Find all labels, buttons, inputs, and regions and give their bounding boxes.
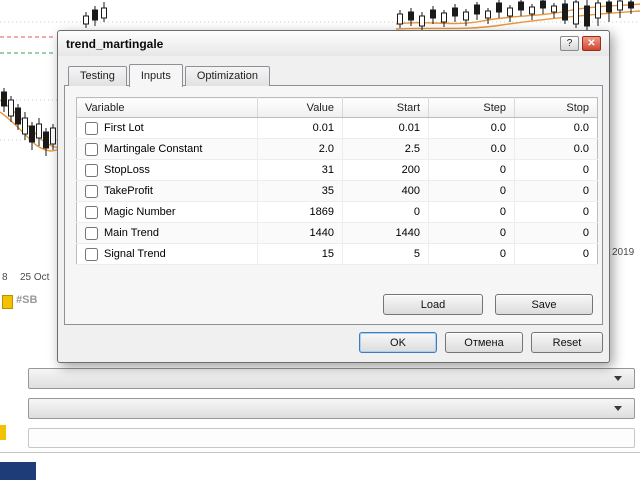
param-step[interactable]: 0 xyxy=(428,159,515,181)
param-name: Main Trend xyxy=(104,227,160,239)
param-step[interactable]: 0.0 xyxy=(428,117,515,139)
table-row[interactable]: Magic Number 1869 0 0 0 xyxy=(76,201,598,223)
param-name: Signal Trend xyxy=(104,248,166,260)
inputs-tab-page: Variable Value Start Step Stop First Lot… xyxy=(64,85,603,325)
load-button[interactable]: Load xyxy=(383,294,483,315)
param-value[interactable]: 15 xyxy=(257,243,343,265)
tab-optimization[interactable]: Optimization xyxy=(184,66,270,86)
param-step[interactable]: 0 xyxy=(428,243,515,265)
horizontal-divider xyxy=(0,452,640,453)
close-icon[interactable]: ✕ xyxy=(582,36,601,51)
table-header-row: Variable Value Start Step Stop xyxy=(76,97,598,118)
expert-properties-dialog: trend_martingale ? ✕ Testing Inputs Opti… xyxy=(57,30,610,363)
param-value[interactable]: 1869 xyxy=(257,201,343,223)
param-value[interactable]: 1440 xyxy=(257,222,343,244)
bottom-left-blue-block xyxy=(0,462,36,480)
table-row[interactable]: StopLoss 31 200 0 0 xyxy=(76,159,598,181)
param-checkbox[interactable] xyxy=(85,247,98,261)
tab-inputs[interactable]: Inputs xyxy=(128,64,183,87)
param-stop[interactable]: 0 xyxy=(514,243,598,265)
param-stop[interactable]: 0.0 xyxy=(514,117,598,139)
param-value[interactable]: 35 xyxy=(257,180,343,202)
param-name: StopLoss xyxy=(104,164,150,176)
param-step[interactable]: 0 xyxy=(428,180,515,202)
symbol-marker-icon xyxy=(2,295,13,309)
column-header-start: Start xyxy=(342,97,429,118)
dialog-titlebar[interactable]: trend_martingale ? ✕ xyxy=(58,31,609,56)
param-start[interactable]: 200 xyxy=(342,159,429,181)
param-name: Martingale Constant xyxy=(104,143,203,155)
param-value[interactable]: 31 xyxy=(257,159,343,181)
param-name: TakeProfit xyxy=(104,185,153,197)
column-header-step: Step xyxy=(428,97,515,118)
param-checkbox[interactable] xyxy=(85,163,98,177)
param-checkbox[interactable] xyxy=(85,121,98,135)
param-step[interactable]: 0 xyxy=(428,201,515,223)
column-header-value: Value xyxy=(257,97,343,118)
param-value[interactable]: 2.0 xyxy=(257,138,343,160)
dropdown-arrow-icon[interactable] xyxy=(614,406,622,411)
param-checkbox[interactable] xyxy=(85,184,98,198)
param-checkbox[interactable] xyxy=(85,226,98,240)
tab-testing[interactable]: Testing xyxy=(68,66,127,86)
param-start[interactable]: 1440 xyxy=(342,222,429,244)
param-step[interactable]: 0.0 xyxy=(428,138,515,160)
table-row[interactable]: Signal Trend 15 5 0 0 xyxy=(76,243,598,265)
param-start[interactable]: 2.5 xyxy=(342,138,429,160)
table-row[interactable]: Martingale Constant 2.0 2.5 0.0 0.0 xyxy=(76,138,598,160)
ok-button[interactable]: OK xyxy=(359,332,437,353)
window-buttons: ? ✕ xyxy=(560,36,601,51)
param-checkbox[interactable] xyxy=(85,205,98,219)
background-dropdown-2[interactable] xyxy=(28,398,635,419)
param-stop[interactable]: 0 xyxy=(514,222,598,244)
dropdown-arrow-icon[interactable] xyxy=(614,376,622,381)
param-value[interactable]: 0.01 xyxy=(257,117,343,139)
tab-strip: Testing Inputs Optimization xyxy=(68,63,272,87)
background-dropdown-1[interactable] xyxy=(28,368,635,389)
param-checkbox[interactable] xyxy=(85,142,98,156)
param-stop[interactable]: 0 xyxy=(514,180,598,202)
param-start[interactable]: 0 xyxy=(342,201,429,223)
param-start[interactable]: 5 xyxy=(342,243,429,265)
param-name: Magic Number xyxy=(104,206,176,218)
background-input-row[interactable] xyxy=(28,428,635,448)
reset-button[interactable]: Reset xyxy=(531,332,603,353)
param-start[interactable]: 0.01 xyxy=(342,117,429,139)
param-start[interactable]: 400 xyxy=(342,180,429,202)
help-button[interactable]: ? xyxy=(560,36,579,51)
table-row[interactable]: TakeProfit 35 400 0 0 xyxy=(76,180,598,202)
save-button[interactable]: Save xyxy=(495,294,593,315)
table-row[interactable]: First Lot 0.01 0.01 0.0 0.0 xyxy=(76,117,598,139)
param-step[interactable]: 0 xyxy=(428,222,515,244)
table-row[interactable]: Main Trend 1440 1440 0 0 xyxy=(76,222,598,244)
dialog-title: trend_martingale xyxy=(66,36,164,51)
param-name: First Lot xyxy=(104,122,144,134)
column-header-stop: Stop xyxy=(514,97,598,118)
axis-year-label: 2019 xyxy=(612,247,635,258)
axis-price-label: 8 xyxy=(2,272,8,283)
yellow-tag-icon xyxy=(0,425,6,440)
cancel-button[interactable]: Отмена xyxy=(445,332,523,353)
param-stop[interactable]: 0 xyxy=(514,159,598,181)
column-header-variable: Variable xyxy=(76,97,258,118)
chart-watermark: #SB xyxy=(16,294,38,306)
inputs-table: Variable Value Start Step Stop First Lot… xyxy=(76,97,598,265)
param-stop[interactable]: 0.0 xyxy=(514,138,598,160)
axis-date-label: 25 Oct xyxy=(20,272,50,283)
param-stop[interactable]: 0 xyxy=(514,201,598,223)
